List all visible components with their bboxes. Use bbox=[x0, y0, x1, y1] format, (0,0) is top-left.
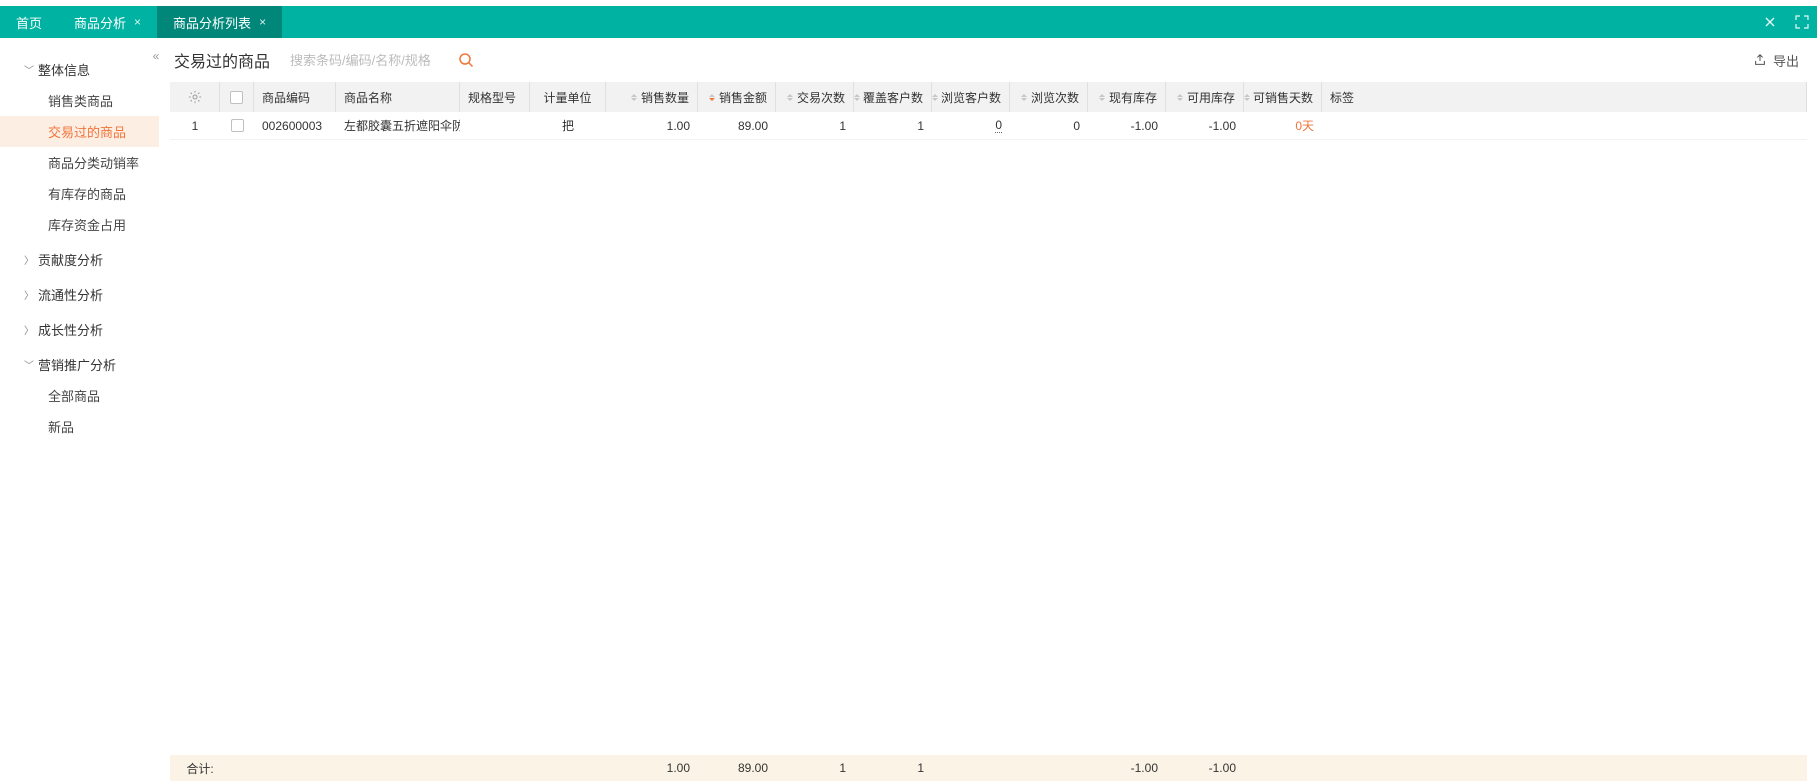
footer-amt: 89.00 bbox=[698, 755, 776, 781]
tab-product-analysis[interactable]: 商品分析 × bbox=[58, 6, 157, 38]
sidebar-group-marketing[interactable]: ﹀ 营销推广分析 bbox=[0, 349, 159, 380]
search-input[interactable] bbox=[288, 49, 458, 72]
cell-stock: -1.00 bbox=[1088, 112, 1166, 139]
sort-icon bbox=[1244, 90, 1250, 104]
cell-qty: 1.00 bbox=[606, 112, 698, 139]
row-index: 1 bbox=[170, 112, 220, 139]
chevron-right-icon: 〉 bbox=[24, 252, 34, 267]
sidebar-group-liquidity[interactable]: 〉流通性分析 bbox=[0, 279, 159, 310]
sidebar-item-new-products[interactable]: 新品 bbox=[0, 411, 159, 442]
col-bcnt[interactable]: 浏览次数 bbox=[1010, 82, 1088, 112]
sort-icon bbox=[854, 90, 860, 104]
page-title: 交易过的商品 bbox=[174, 48, 270, 72]
cell-spec bbox=[460, 112, 530, 139]
footer-astock: -1.00 bbox=[1166, 755, 1244, 781]
tab-label: 商品分析 bbox=[74, 13, 126, 32]
cell-tx: 1 bbox=[776, 112, 854, 139]
row-checkbox[interactable] bbox=[231, 119, 244, 132]
sidebar-group-growth[interactable]: 〉成长性分析 bbox=[0, 314, 159, 345]
chevron-down-icon: ﹀ bbox=[24, 357, 34, 372]
sidebar-item-instock-products[interactable]: 有库存的商品 bbox=[0, 178, 159, 209]
header-checkbox[interactable] bbox=[230, 91, 243, 104]
col-tx[interactable]: 交易次数 bbox=[776, 82, 854, 112]
sort-icon bbox=[786, 90, 794, 104]
table-footer: 合计: 1.00 89.00 1 1 -1.00 -1.00 bbox=[170, 755, 1807, 781]
sidebar-group-contribution[interactable]: 〉贡献度分析 bbox=[0, 244, 159, 275]
footer-stock: -1.00 bbox=[1088, 755, 1166, 781]
chevron-down-icon: ﹀ bbox=[24, 62, 34, 77]
sidebar-item-traded-products[interactable]: 交易过的商品 bbox=[0, 116, 159, 147]
close-icon[interactable]: × bbox=[259, 15, 266, 29]
cell-bcust[interactable]: 0 bbox=[932, 112, 1010, 139]
export-button[interactable]: 导出 bbox=[1753, 51, 1799, 70]
cell-name: 左都胶囊五折遮阳伞防晒伞; bbox=[336, 112, 460, 139]
gear-icon[interactable] bbox=[188, 90, 202, 104]
col-unit[interactable]: 计量单位 bbox=[530, 82, 606, 112]
col-spec[interactable]: 规格型号 bbox=[460, 82, 530, 112]
col-days[interactable]: 可销售天数 bbox=[1244, 82, 1322, 112]
chevron-right-icon: 〉 bbox=[24, 287, 34, 302]
cell-unit: 把 bbox=[530, 112, 606, 139]
sort-icon bbox=[932, 90, 938, 104]
cell-astock: -1.00 bbox=[1166, 112, 1244, 139]
search-icon[interactable] bbox=[458, 52, 474, 68]
table-row[interactable]: 1 002600003 左都胶囊五折遮阳伞防晒伞; 把 1.00 89.00 1… bbox=[170, 112, 1807, 140]
col-astock[interactable]: 可用库存 bbox=[1166, 82, 1244, 112]
tabbar: 首页 商品分析 × 商品分析列表 × bbox=[0, 6, 1817, 38]
expand-icon[interactable] bbox=[1795, 15, 1809, 29]
export-icon bbox=[1753, 53, 1767, 67]
chevron-right-icon: 〉 bbox=[24, 322, 34, 337]
tab-product-analysis-list[interactable]: 商品分析列表 × bbox=[157, 6, 282, 38]
sidebar: ﹀ 整体信息 销售类商品 交易过的商品 商品分类动销率 有库存的商品 库存资金占用… bbox=[0, 38, 160, 781]
tab-home[interactable]: 首页 bbox=[0, 6, 58, 38]
sort-desc-icon bbox=[708, 90, 716, 104]
sidebar-group-label: 贡献度分析 bbox=[38, 250, 103, 269]
col-name[interactable]: 商品名称 bbox=[336, 82, 460, 112]
col-bcust[interactable]: 浏览客户数 bbox=[932, 82, 1010, 112]
footer-tx: 1 bbox=[776, 755, 854, 781]
table-header: 商品编码 商品名称 规格型号 计量单位 销售数量 销售金额 交易次数 覆盖客户数… bbox=[170, 82, 1807, 112]
cell-bcnt: 0 bbox=[1010, 112, 1088, 139]
sort-icon bbox=[1020, 90, 1028, 104]
footer-label: 合计: bbox=[170, 755, 220, 781]
sidebar-item-stock-capital[interactable]: 库存资金占用 bbox=[0, 209, 159, 240]
close-icon[interactable]: × bbox=[134, 15, 141, 29]
sidebar-group-label: 成长性分析 bbox=[38, 320, 103, 339]
footer-bcnt bbox=[1010, 755, 1088, 781]
col-cust[interactable]: 覆盖客户数 bbox=[854, 82, 932, 112]
cell-tag bbox=[1322, 112, 1807, 139]
sort-icon bbox=[1176, 90, 1184, 104]
sidebar-group-label: 整体信息 bbox=[38, 60, 90, 79]
sidebar-group-overall[interactable]: ﹀ 整体信息 bbox=[0, 54, 159, 85]
sidebar-item-sales-products[interactable]: 销售类商品 bbox=[0, 85, 159, 116]
col-amt[interactable]: 销售金额 bbox=[698, 82, 776, 112]
cell-cust: 1 bbox=[854, 112, 932, 139]
footer-cust: 1 bbox=[854, 755, 932, 781]
cell-amt: 89.00 bbox=[698, 112, 776, 139]
col-qty[interactable]: 销售数量 bbox=[606, 82, 698, 112]
sort-icon bbox=[1098, 90, 1106, 104]
export-label: 导出 bbox=[1773, 51, 1799, 70]
sidebar-group-label: 营销推广分析 bbox=[38, 355, 116, 374]
tab-label: 首页 bbox=[16, 13, 42, 32]
footer-qty: 1.00 bbox=[606, 755, 698, 781]
cell-days: 0天 bbox=[1244, 112, 1322, 139]
sidebar-item-all-products[interactable]: 全部商品 bbox=[0, 380, 159, 411]
footer-bcust bbox=[932, 755, 1010, 781]
col-tag[interactable]: 标签 bbox=[1322, 82, 1807, 112]
sort-icon bbox=[630, 90, 638, 104]
close-all-icon[interactable] bbox=[1763, 15, 1777, 29]
col-code[interactable]: 商品编码 bbox=[254, 82, 336, 112]
cell-code: 002600003 bbox=[254, 112, 336, 139]
tab-label: 商品分析列表 bbox=[173, 13, 251, 32]
col-stock[interactable]: 现有库存 bbox=[1088, 82, 1166, 112]
sidebar-item-category-turnover[interactable]: 商品分类动销率 bbox=[0, 147, 159, 178]
sidebar-group-label: 流通性分析 bbox=[38, 285, 103, 304]
